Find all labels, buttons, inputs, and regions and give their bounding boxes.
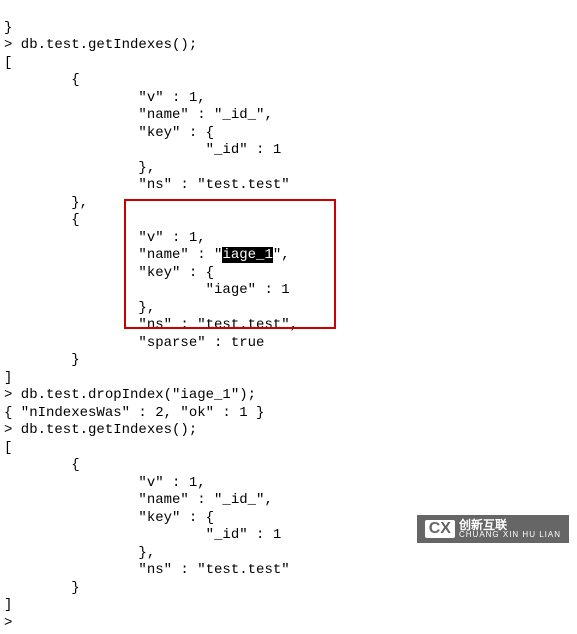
watermark-sub-text: CHUANG XIN HU LIAN [459,531,561,539]
output-line: }, [4,195,88,211]
watermark-logo-icon: CX [425,520,455,538]
output-line: "key" : { [4,265,214,281]
output-line: } [4,580,80,596]
watermark: CX 创新互联 CHUANG XIN HU LIAN [417,515,569,543]
output-line: }, [4,545,155,561]
command-line: > db.test.getIndexes(); [4,422,197,438]
output-line: [ [4,440,12,456]
output-line: "name" : "iage_1", [4,247,290,263]
output-line: ] [4,597,12,613]
output-line: "ns" : "test.test" [4,177,290,193]
output-line: "_id" : 1 [4,527,281,543]
output-line: "v" : 1, [4,90,206,106]
output-line: } [4,20,12,36]
output-line: ] [4,370,12,386]
output-line: "ns" : "test.test", [4,317,298,333]
prompt-line: > [4,615,12,631]
output-line: "v" : 1, [4,230,206,246]
highlighted-text: iage_1 [222,247,272,263]
command-line: > db.test.dropIndex("iage_1"); [4,387,256,403]
output-line: "ns" : "test.test" [4,562,290,578]
output-line: "key" : { [4,510,214,526]
output-line: "key" : { [4,125,214,141]
output-line: "_id" : 1 [4,142,281,158]
output-line: } [4,352,80,368]
command-line: > db.test.getIndexes(); [4,37,197,53]
output-line: }, [4,160,155,176]
output-line: [ [4,55,12,71]
output-line: }, [4,300,155,316]
output-line: { "nIndexesWas" : 2, "ok" : 1 } [4,405,264,421]
output-line: "iage" : 1 [4,282,290,298]
output-line: "v" : 1, [4,475,206,491]
output-line: "sparse" : true [4,335,264,351]
output-line: { [4,457,80,473]
output-line: { [4,212,80,228]
output-line: "name" : "_id_", [4,107,273,123]
output-line: "name" : "_id_", [4,492,273,508]
output-line: { [4,72,80,88]
